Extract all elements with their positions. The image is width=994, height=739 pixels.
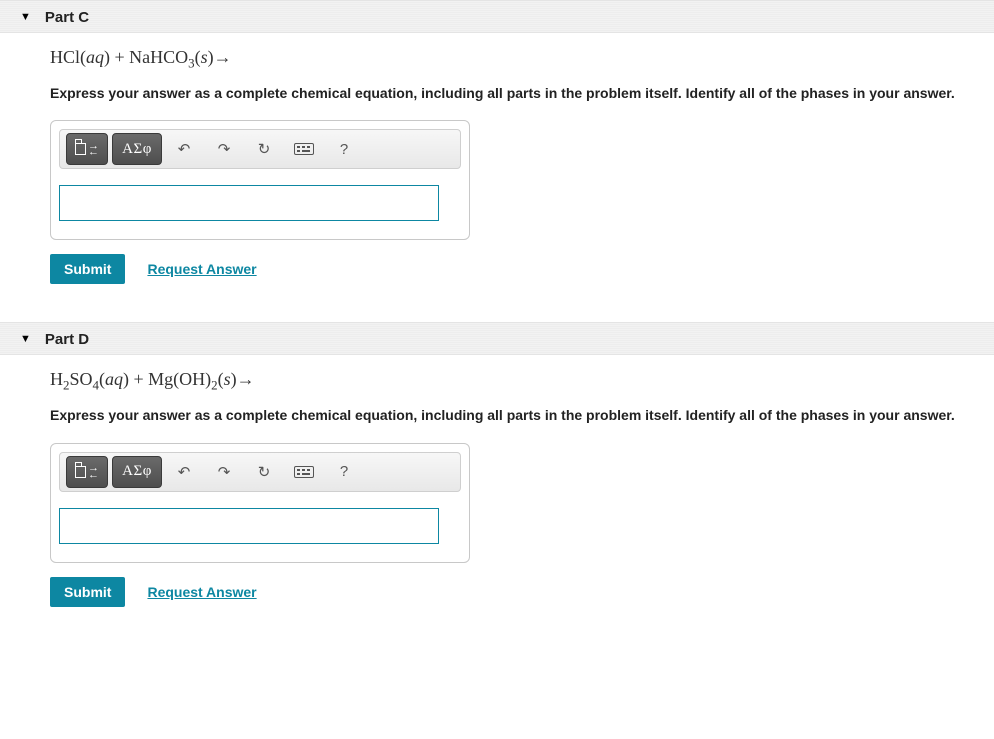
request-answer-link[interactable]: Request Answer: [147, 261, 256, 277]
undo-button[interactable]: ↶: [166, 133, 202, 165]
redo-icon: ↷: [218, 463, 231, 481]
part-title: Part C: [45, 9, 89, 26]
equation: H2SO4(aq) + Mg(OH)2(s)→: [50, 369, 974, 394]
caret-down-icon: ▼: [20, 12, 31, 23]
answer-input[interactable]: [59, 508, 439, 544]
reset-button[interactable]: ↻: [246, 133, 282, 165]
reset-button[interactable]: ↻: [246, 456, 282, 488]
greek-symbols-button[interactable]: ΑΣφ: [112, 456, 162, 488]
part-d-header[interactable]: ▼ Part D: [0, 322, 994, 355]
help-icon: ?: [340, 463, 348, 480]
part-c-body: HCl(aq) + NaHCO3(s)→ Express your answer…: [0, 33, 994, 302]
reset-icon: ↻: [258, 140, 271, 158]
help-button[interactable]: ?: [326, 456, 362, 488]
chem-template-button[interactable]: →←: [66, 133, 108, 165]
submit-button[interactable]: Submit: [50, 577, 125, 607]
answer-input[interactable]: [59, 185, 439, 221]
keyboard-icon: [294, 143, 314, 155]
part-c: ▼ Part C HCl(aq) + NaHCO3(s)→ Express yo…: [0, 0, 994, 302]
request-answer-link[interactable]: Request Answer: [147, 584, 256, 600]
equation: HCl(aq) + NaHCO3(s)→: [50, 47, 974, 72]
part-d: ▼ Part D H2SO4(aq) + Mg(OH)2(s)→ Express…: [0, 322, 994, 624]
help-icon: ?: [340, 141, 348, 158]
undo-icon: ↶: [178, 463, 191, 481]
action-row: Submit Request Answer: [50, 577, 974, 607]
reset-icon: ↻: [258, 463, 271, 481]
instructions: Express your answer as a complete chemic…: [50, 84, 970, 103]
redo-button[interactable]: ↷: [206, 133, 242, 165]
part-c-header[interactable]: ▼ Part C: [0, 0, 994, 33]
help-button[interactable]: ?: [326, 133, 362, 165]
greek-symbols-button[interactable]: ΑΣφ: [112, 133, 162, 165]
part-d-body: H2SO4(aq) + Mg(OH)2(s)→ Express your ans…: [0, 355, 994, 624]
keyboard-button[interactable]: [286, 133, 322, 165]
redo-icon: ↷: [218, 140, 231, 158]
answer-input-box: →← ΑΣφ ↶ ↷ ↻ ?: [50, 443, 470, 563]
chem-template-icon: →←: [75, 143, 99, 156]
redo-button[interactable]: ↷: [206, 456, 242, 488]
chem-template-button[interactable]: →←: [66, 456, 108, 488]
keyboard-icon: [294, 466, 314, 478]
undo-icon: ↶: [178, 140, 191, 158]
editor-toolbar: →← ΑΣφ ↶ ↷ ↻ ?: [59, 129, 461, 169]
editor-toolbar: →← ΑΣφ ↶ ↷ ↻ ?: [59, 452, 461, 492]
answer-input-box: →← ΑΣφ ↶ ↷ ↻ ?: [50, 120, 470, 240]
keyboard-button[interactable]: [286, 456, 322, 488]
caret-down-icon: ▼: [20, 334, 31, 345]
undo-button[interactable]: ↶: [166, 456, 202, 488]
chem-template-icon: →←: [75, 465, 99, 478]
action-row: Submit Request Answer: [50, 254, 974, 284]
instructions: Express your answer as a complete chemic…: [50, 406, 970, 425]
part-title: Part D: [45, 331, 89, 348]
submit-button[interactable]: Submit: [50, 254, 125, 284]
